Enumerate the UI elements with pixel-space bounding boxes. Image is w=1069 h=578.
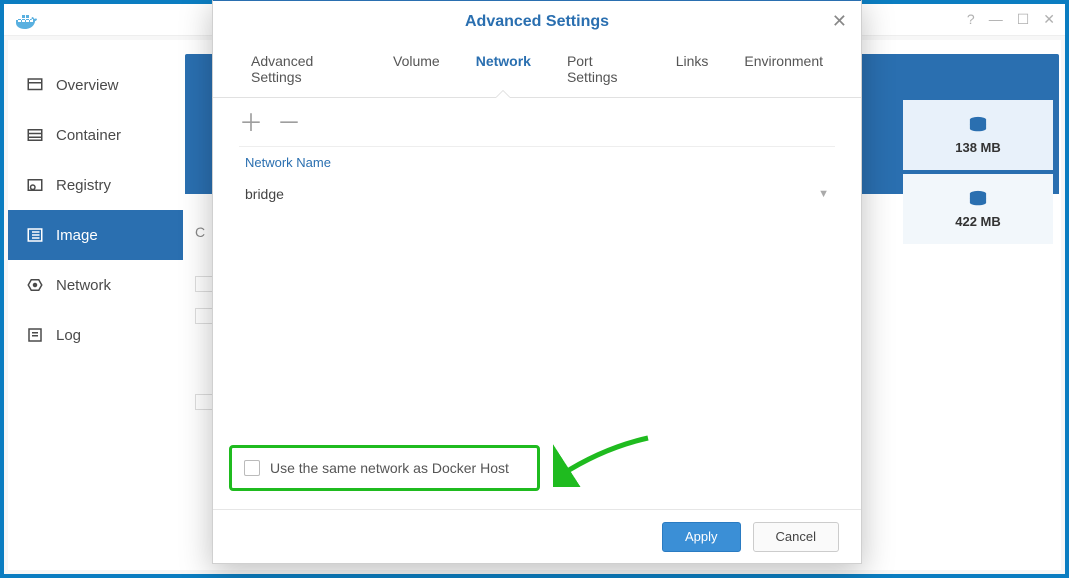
sidebar-item-label: Network: [56, 277, 111, 294]
background-fragment-text: C: [195, 224, 205, 240]
registry-icon: [26, 176, 44, 194]
tab-network[interactable]: Network: [458, 43, 549, 97]
checkbox[interactable]: [244, 460, 260, 476]
sidebar-item-label: Container: [56, 127, 121, 144]
sidebar-item-overview[interactable]: Overview: [8, 60, 183, 110]
add-button[interactable]: ＋: [239, 112, 263, 136]
database-icon: [967, 116, 989, 134]
network-row-value: bridge: [245, 186, 284, 202]
checkbox-label: Use the same network as Docker Host: [270, 460, 509, 476]
close-window-icon[interactable]: ✕: [1043, 11, 1055, 28]
sidebar-item-label: Image: [56, 227, 98, 244]
network-table-header: Network Name: [239, 146, 835, 178]
sidebar: Overview Container Registry Image Networ…: [8, 40, 183, 570]
card-size-label: 138 MB: [955, 140, 1001, 155]
tab-volume[interactable]: Volume: [375, 43, 458, 97]
tab-port-settings[interactable]: Port Settings: [549, 43, 658, 97]
card-size-label: 422 MB: [955, 214, 1001, 229]
host-network-checkbox-block[interactable]: Use the same network as Docker Host: [229, 445, 540, 491]
minimize-icon[interactable]: —: [989, 11, 1003, 28]
maximize-icon[interactable]: ☐: [1017, 11, 1030, 28]
sidebar-item-log[interactable]: Log: [8, 310, 183, 360]
image-size-card[interactable]: 422 MB: [903, 174, 1053, 244]
image-icon: [26, 226, 44, 244]
network-icon: [26, 276, 44, 294]
advanced-settings-modal: Advanced Settings ✕ Advanced Settings Vo…: [212, 0, 862, 564]
modal-title: Advanced Settings: [465, 13, 609, 31]
tab-advanced-settings[interactable]: Advanced Settings: [233, 43, 375, 97]
chevron-down-icon: ▼: [818, 188, 829, 200]
sidebar-item-image[interactable]: Image: [8, 210, 183, 260]
close-icon[interactable]: ✕: [832, 11, 847, 32]
network-row-dropdown[interactable]: bridge ▼: [239, 178, 835, 210]
sidebar-item-container[interactable]: Container: [8, 110, 183, 160]
apply-button[interactable]: Apply: [662, 522, 741, 552]
modal-tabs: Advanced Settings Volume Network Port Se…: [213, 43, 861, 98]
sidebar-item-network[interactable]: Network: [8, 260, 183, 310]
container-icon: [26, 126, 44, 144]
docker-logo-icon: [14, 8, 38, 32]
sidebar-item-label: Registry: [56, 177, 111, 194]
overview-icon: [26, 76, 44, 94]
help-icon[interactable]: ?: [967, 11, 975, 28]
tab-environment[interactable]: Environment: [726, 43, 841, 97]
tab-links[interactable]: Links: [658, 43, 727, 97]
cancel-button[interactable]: Cancel: [753, 522, 839, 552]
sidebar-item-registry[interactable]: Registry: [8, 160, 183, 210]
sidebar-item-label: Overview: [56, 77, 119, 94]
image-size-card[interactable]: 138 MB: [903, 100, 1053, 170]
window-controls: ? — ☐ ✕: [967, 11, 1055, 28]
sidebar-item-label: Log: [56, 327, 81, 344]
database-icon: [967, 190, 989, 208]
log-icon: [26, 326, 44, 344]
remove-button[interactable]: －: [277, 112, 301, 136]
annotation-arrow-icon: [553, 433, 653, 487]
